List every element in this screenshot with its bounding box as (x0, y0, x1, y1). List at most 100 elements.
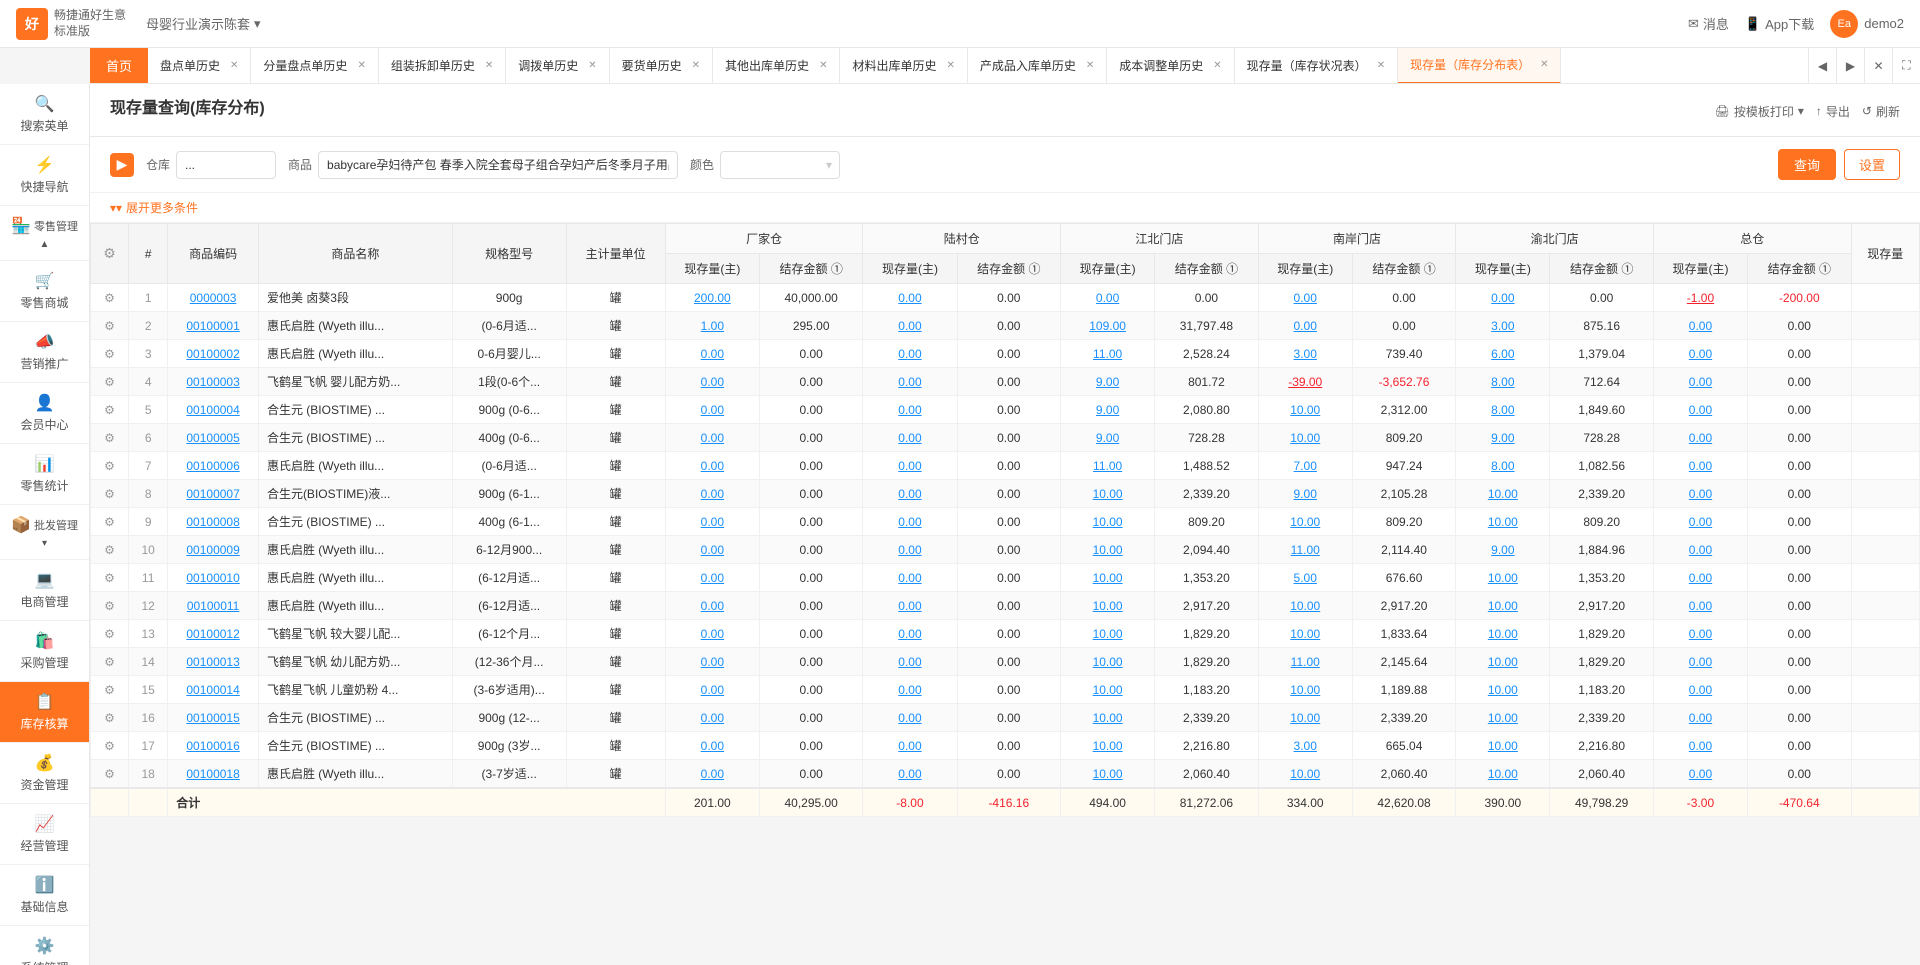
row-code[interactable]: 00100005 (168, 424, 259, 452)
row-lu-qty[interactable]: 0.00 (863, 732, 957, 760)
row-na-qty[interactable]: 10.00 (1258, 424, 1352, 452)
sidebar-item-info[interactable]: ℹ️ 基础信息 (0, 865, 89, 926)
row-na-qty[interactable]: 3.00 (1258, 732, 1352, 760)
row-total-qty[interactable]: 0.00 (1653, 536, 1747, 564)
row-settings[interactable]: ⚙ (91, 368, 129, 396)
sidebar-item-purchase[interactable]: 🛍️ 采购管理 (0, 621, 89, 682)
row-jb-qty[interactable]: 10.00 (1061, 480, 1155, 508)
row-yb-qty[interactable]: 10.00 (1456, 592, 1550, 620)
row-yb-qty[interactable]: 10.00 (1456, 732, 1550, 760)
row-fac-qty[interactable]: 0.00 (665, 368, 759, 396)
nav-next-btn[interactable]: ▶ (1836, 48, 1864, 84)
row-total-qty[interactable]: 0.00 (1653, 648, 1747, 676)
row-na-qty[interactable]: 9.00 (1258, 480, 1352, 508)
row-fac-qty[interactable]: 0.00 (665, 424, 759, 452)
row-jb-qty[interactable]: 9.00 (1061, 424, 1155, 452)
row-settings[interactable]: ⚙ (91, 284, 129, 312)
row-fac-qty[interactable]: 0.00 (665, 760, 759, 789)
row-total-qty[interactable]: 0.00 (1653, 368, 1747, 396)
row-code[interactable]: 00100010 (168, 564, 259, 592)
row-na-qty[interactable]: 0.00 (1258, 312, 1352, 340)
row-na-qty[interactable]: 10.00 (1258, 620, 1352, 648)
row-jb-qty[interactable]: 10.00 (1061, 732, 1155, 760)
row-settings[interactable]: ⚙ (91, 452, 129, 480)
nav-tab-7[interactable]: 产成品入库单历史 ✕ (968, 48, 1107, 84)
row-settings[interactable]: ⚙ (91, 648, 129, 676)
row-jb-qty[interactable]: 10.00 (1061, 592, 1155, 620)
filter-toggle-btn[interactable]: ▶ (110, 153, 134, 177)
close-tab-9[interactable]: ✕ (1377, 60, 1385, 71)
row-total-qty[interactable]: 0.00 (1653, 340, 1747, 368)
close-tab-10[interactable]: ✕ (1540, 59, 1548, 70)
row-code[interactable]: 0000003 (168, 284, 259, 312)
row-lu-qty[interactable]: 0.00 (863, 508, 957, 536)
row-total-qty[interactable]: 0.00 (1653, 760, 1747, 789)
row-jb-qty[interactable]: 10.00 (1061, 648, 1155, 676)
sidebar-item-finance[interactable]: 💰 资金管理 (0, 743, 89, 804)
row-lu-qty[interactable]: 0.00 (863, 648, 957, 676)
row-settings[interactable]: ⚙ (91, 536, 129, 564)
row-jb-qty[interactable]: 10.00 (1061, 676, 1155, 704)
row-code[interactable]: 00100011 (168, 592, 259, 620)
row-total-qty[interactable]: 0.00 (1653, 312, 1747, 340)
row-jb-qty[interactable]: 10.00 (1061, 536, 1155, 564)
row-code[interactable]: 00100009 (168, 536, 259, 564)
row-fac-qty[interactable]: 0.00 (665, 480, 759, 508)
row-lu-qty[interactable]: 0.00 (863, 284, 957, 312)
sidebar-item-retail-mgmt[interactable]: 🏪 零售管理 ▲ (0, 206, 89, 261)
row-total-qty[interactable]: 0.00 (1653, 564, 1747, 592)
row-lu-qty[interactable]: 0.00 (863, 340, 957, 368)
sidebar-item-members[interactable]: 👤 会员中心 (0, 383, 89, 444)
row-jb-qty[interactable]: 10.00 (1061, 704, 1155, 732)
row-lu-qty[interactable]: 0.00 (863, 452, 957, 480)
row-lu-qty[interactable]: 0.00 (863, 704, 957, 732)
row-na-qty[interactable]: 10.00 (1258, 760, 1352, 789)
row-code[interactable]: 00100013 (168, 648, 259, 676)
warehouse-input[interactable] (176, 151, 276, 179)
query-btn[interactable]: 查询 (1778, 149, 1836, 180)
nav-prev-btn[interactable]: ◀ (1808, 48, 1836, 84)
row-yb-qty[interactable]: 10.00 (1456, 480, 1550, 508)
row-na-qty[interactable]: 5.00 (1258, 564, 1352, 592)
row-yb-qty[interactable]: 8.00 (1456, 368, 1550, 396)
row-settings[interactable]: ⚙ (91, 732, 129, 760)
row-total-qty[interactable]: 0.00 (1653, 452, 1747, 480)
row-settings[interactable]: ⚙ (91, 564, 129, 592)
row-yb-qty[interactable]: 3.00 (1456, 312, 1550, 340)
row-total-qty[interactable]: 0.00 (1653, 676, 1747, 704)
row-yb-qty[interactable]: 10.00 (1456, 564, 1550, 592)
expand-btn[interactable]: ▾▾ 展开更多条件 (110, 199, 198, 216)
row-jb-qty[interactable]: 9.00 (1061, 368, 1155, 396)
row-settings[interactable]: ⚙ (91, 704, 129, 732)
close-tab-3[interactable]: ✕ (588, 60, 596, 71)
row-na-qty[interactable]: 11.00 (1258, 648, 1352, 676)
row-settings[interactable]: ⚙ (91, 424, 129, 452)
sidebar-item-operations[interactable]: 📈 经营管理 (0, 804, 89, 865)
row-code[interactable]: 00100012 (168, 620, 259, 648)
row-jb-qty[interactable]: 11.00 (1061, 340, 1155, 368)
row-lu-qty[interactable]: 0.00 (863, 480, 957, 508)
row-na-qty[interactable]: 10.00 (1258, 396, 1352, 424)
row-code[interactable]: 00100002 (168, 340, 259, 368)
row-code[interactable]: 00100014 (168, 676, 259, 704)
row-jb-qty[interactable]: 9.00 (1061, 396, 1155, 424)
nav-tab-3[interactable]: 调拨单历史 ✕ (506, 48, 609, 84)
row-settings[interactable]: ⚙ (91, 760, 129, 789)
export-btn[interactable]: ↑ 导出 (1816, 103, 1850, 120)
print-btn[interactable]: 🖨 按模板打印 ▾ (1715, 103, 1804, 120)
close-tab-7[interactable]: ✕ (1086, 60, 1094, 71)
row-lu-qty[interactable]: 0.00 (863, 396, 957, 424)
message-btn[interactable]: ✉ 消息 (1688, 14, 1729, 33)
row-yb-qty[interactable]: 9.00 (1456, 424, 1550, 452)
close-tab-0[interactable]: ✕ (230, 60, 238, 71)
row-settings[interactable]: ⚙ (91, 508, 129, 536)
nav-close-btn[interactable]: ✕ (1864, 48, 1892, 84)
row-code[interactable]: 00100001 (168, 312, 259, 340)
row-total-qty[interactable]: 0.00 (1653, 732, 1747, 760)
row-fac-qty[interactable]: 0.00 (665, 648, 759, 676)
row-settings[interactable]: ⚙ (91, 592, 129, 620)
row-settings[interactable]: ⚙ (91, 396, 129, 424)
sidebar-item-wholesale[interactable]: 📦 批发管理 ▾ (0, 505, 89, 560)
row-total-qty[interactable]: 0.00 (1653, 508, 1747, 536)
row-yb-qty[interactable]: 8.00 (1456, 396, 1550, 424)
